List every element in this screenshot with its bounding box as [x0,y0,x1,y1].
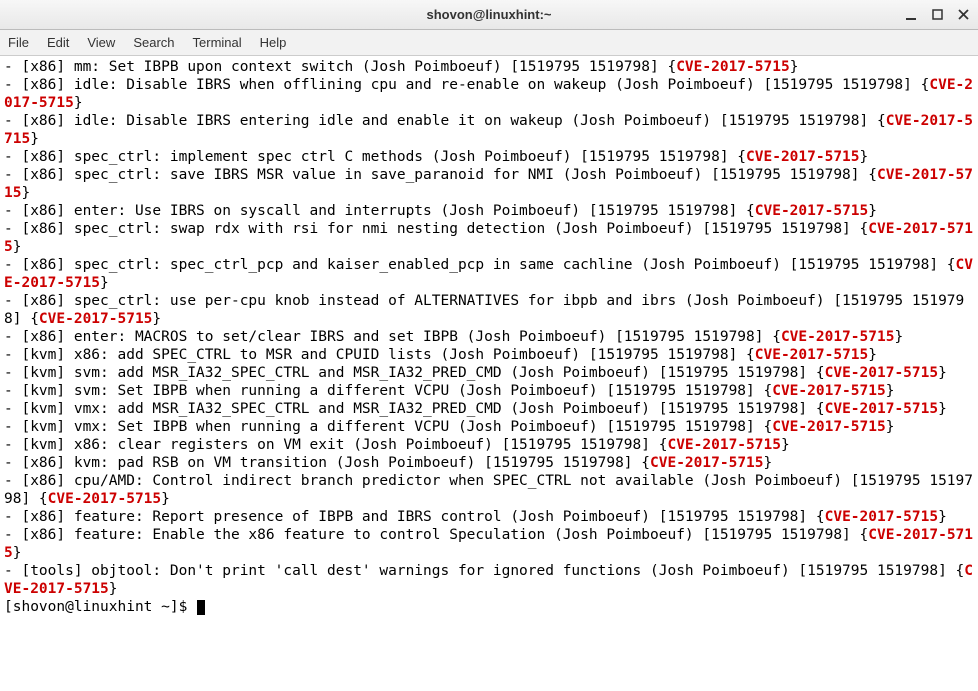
cve-tag: CVE-2017-5715 [650,455,764,471]
cve-tag: CVE-2017-5715 [667,437,781,453]
shell-prompt: [shovon@linuxhint ~]$ [4,599,196,615]
menu-edit[interactable]: Edit [47,35,69,50]
menu-view[interactable]: View [87,35,115,50]
cve-tag: CVE-2017-5715 [48,491,162,507]
cve-tag: CVE-2017-5715 [4,113,973,147]
cve-tag: CVE-2017-5715 [772,419,886,435]
cve-tag: CVE-2017-5715 [755,203,869,219]
cve-tag: CVE-2017-5715 [746,149,860,165]
cve-tag: CVE-2017-5715 [825,365,939,381]
cve-tag: CVE-2017-5715 [781,329,895,345]
titlebar: shovon@linuxhint:~ [0,0,978,30]
terminal-output[interactable]: - [x86] mm: Set IBPB upon context switch… [0,56,978,691]
cve-tag: CVE-2017-5715 [4,167,973,201]
menu-terminal[interactable]: Terminal [193,35,242,50]
cve-tag: CVE-2017-5715 [4,563,973,597]
cve-tag: CVE-2017-5715 [4,77,973,111]
cve-tag: CVE-2017-5715 [825,509,939,525]
cve-tag: CVE-2017-5715 [825,401,939,417]
minimize-button[interactable] [904,8,918,22]
maximize-button[interactable] [930,8,944,22]
cve-tag: CVE-2017-5715 [4,257,973,291]
cve-tag: CVE-2017-5715 [772,383,886,399]
menu-help[interactable]: Help [260,35,287,50]
cve-tag: CVE-2017-5715 [39,311,153,327]
cursor [197,600,205,615]
menubar: File Edit View Search Terminal Help [0,30,978,56]
menu-search[interactable]: Search [133,35,174,50]
close-button[interactable] [956,8,970,22]
cve-tag: CVE-2017-5715 [4,527,973,561]
menu-file[interactable]: File [8,35,29,50]
cve-tag: CVE-2017-5715 [676,59,790,75]
cve-tag: CVE-2017-5715 [755,347,869,363]
window-title: shovon@linuxhint:~ [329,7,650,22]
cve-tag: CVE-2017-5715 [4,221,973,255]
